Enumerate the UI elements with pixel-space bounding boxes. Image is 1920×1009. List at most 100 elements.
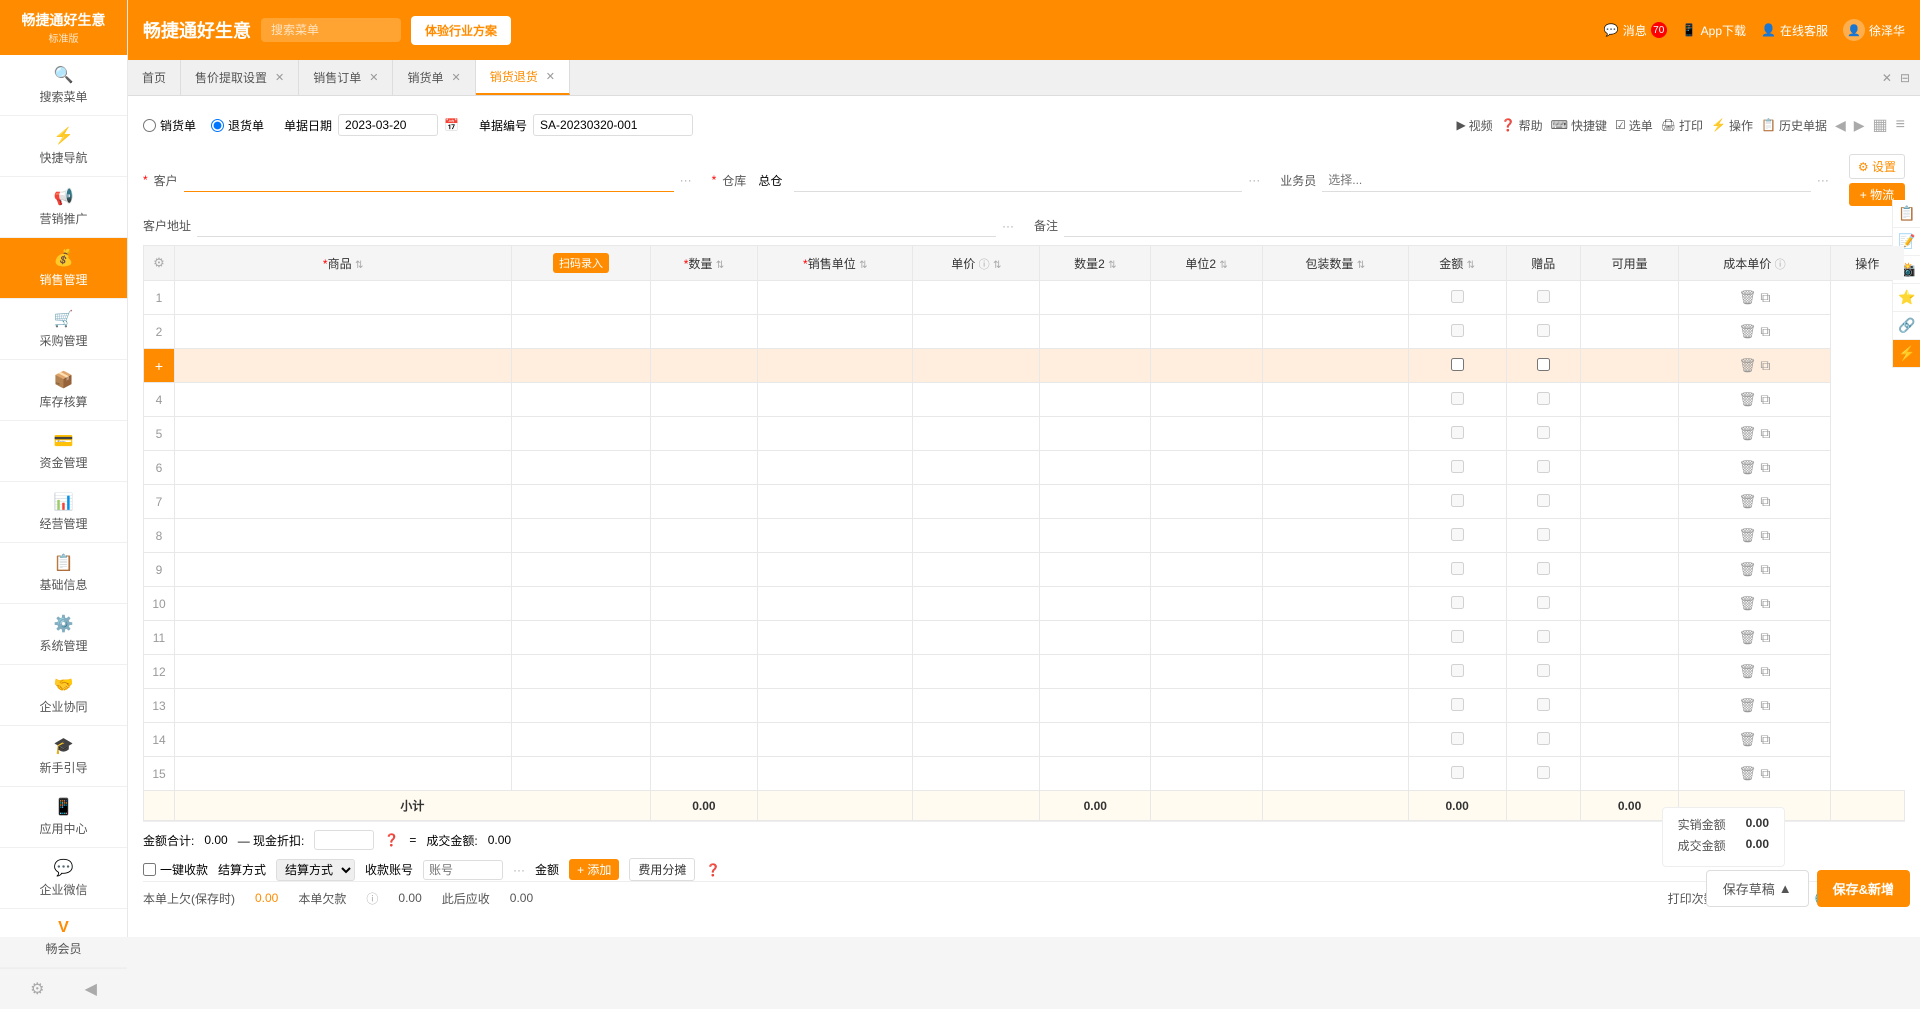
product-cell[interactable] <box>175 519 512 553</box>
gift-checkbox[interactable] <box>1451 732 1464 745</box>
quantity-cell[interactable] <box>512 757 651 791</box>
copy-row-button[interactable]: ⧉ <box>1758 593 1772 614</box>
amount-cell[interactable] <box>1262 485 1408 519</box>
save-draft-button[interactable]: 保存草稿 ▲ <box>1706 870 1809 907</box>
gift-checkbox[interactable] <box>1451 596 1464 609</box>
quick-link-icon[interactable]: 🔗 <box>1893 312 1920 340</box>
scan-button[interactable]: 扫码录入 <box>553 253 609 273</box>
pkg-qty-cell[interactable] <box>1151 281 1262 315</box>
address-more-icon[interactable]: ··· <box>1002 219 1014 233</box>
copy-row-button[interactable]: ⧉ <box>1758 457 1772 478</box>
available-checkbox[interactable] <box>1537 596 1550 609</box>
unit2-cell[interactable] <box>1040 281 1151 315</box>
qty2-cell[interactable] <box>913 315 1040 349</box>
history-button[interactable]: 📋 历史单据 <box>1761 117 1827 134</box>
price-cell[interactable] <box>758 519 913 553</box>
qty2-cell[interactable] <box>913 281 1040 315</box>
unit-cell[interactable] <box>650 553 757 587</box>
customer-more-icon[interactable]: ··· <box>680 173 692 187</box>
tab-sales-delivery[interactable]: 销货单 ✕ <box>393 60 475 95</box>
product-cell[interactable] <box>175 621 512 655</box>
quick-clipboard-icon[interactable]: 📋 <box>1893 200 1920 228</box>
available-checkbox[interactable] <box>1537 732 1550 745</box>
qty2-cell[interactable] <box>913 349 1040 383</box>
copy-row-button[interactable]: ⧉ <box>1758 389 1772 410</box>
tab-close-icon[interactable]: ✕ <box>452 71 461 84</box>
available-checkbox[interactable] <box>1537 766 1550 779</box>
unit2-cell[interactable] <box>1040 655 1151 689</box>
delete-row-button[interactable]: 🗑 <box>1737 287 1759 308</box>
product-cell[interactable] <box>175 553 512 587</box>
unit2-cell[interactable] <box>1040 723 1151 757</box>
amount-cell[interactable] <box>1262 383 1408 417</box>
pkg-qty-cell[interactable] <box>1151 417 1262 451</box>
tab-close-icon[interactable]: ✕ <box>546 70 555 83</box>
qty2-cell[interactable] <box>913 689 1040 723</box>
unit-cell[interactable] <box>650 315 757 349</box>
tab-layout-icon[interactable]: ⊟ <box>1900 71 1910 85</box>
unit2-cell[interactable] <box>1040 349 1151 383</box>
unit-cell[interactable] <box>650 689 757 723</box>
discount-input[interactable] <box>314 830 374 850</box>
copy-row-button[interactable]: ⧉ <box>1758 627 1772 648</box>
sidebar-item-appstore[interactable]: 📱 应用中心 <box>0 787 127 848</box>
pkg-qty-cell[interactable] <box>1151 519 1262 553</box>
price-cell[interactable] <box>758 383 913 417</box>
select-button[interactable]: ☑ 选单 <box>1615 117 1653 134</box>
radio-sales[interactable]: 销货单 <box>143 117 196 134</box>
pkg-qty-cell[interactable] <box>1151 587 1262 621</box>
quantity-cell[interactable] <box>512 315 651 349</box>
unit-cell[interactable] <box>650 757 757 791</box>
calc-method-select[interactable]: 结算方式 <box>276 859 355 881</box>
copy-row-button[interactable]: ⧉ <box>1758 661 1772 682</box>
product-cell[interactable] <box>175 315 512 349</box>
available-checkbox[interactable] <box>1537 562 1550 575</box>
unit2-cell[interactable] <box>1040 519 1151 553</box>
pkg-qty-cell[interactable] <box>1151 315 1262 349</box>
unit2-cell[interactable] <box>1040 315 1151 349</box>
amount-cell[interactable] <box>1262 349 1408 383</box>
sidebar-item-search[interactable]: 🔍 搜索菜单 <box>0 55 127 116</box>
gift-checkbox[interactable] <box>1451 664 1464 677</box>
available-checkbox[interactable] <box>1537 426 1550 439</box>
copy-row-button[interactable]: ⧉ <box>1758 491 1772 512</box>
copy-row-button[interactable]: ⧉ <box>1758 559 1772 580</box>
qty2-cell[interactable] <box>913 655 1040 689</box>
shortcut-button[interactable]: ⌨ 快捷键 <box>1551 117 1607 134</box>
quantity-cell[interactable] <box>512 349 651 383</box>
product-cell[interactable] <box>175 383 512 417</box>
date-input[interactable] <box>338 114 438 136</box>
price-cell[interactable] <box>758 315 913 349</box>
tab-sales-return[interactable]: 销货退货 ✕ <box>476 60 570 95</box>
gift-checkbox[interactable] <box>1451 324 1464 337</box>
delete-row-button[interactable]: 🗑 <box>1737 457 1759 478</box>
nav-prev-icon[interactable]: ◀ <box>1835 117 1846 134</box>
amount-cell[interactable] <box>1262 723 1408 757</box>
unit2-cell[interactable] <box>1040 417 1151 451</box>
amount-cell[interactable] <box>1262 417 1408 451</box>
delete-row-button[interactable]: 🗑 <box>1737 321 1759 342</box>
available-checkbox[interactable] <box>1537 698 1550 711</box>
staff-more-icon[interactable]: ··· <box>1817 173 1829 187</box>
gift-checkbox[interactable] <box>1451 426 1464 439</box>
add-row-button[interactable]: + 添加 <box>569 859 619 880</box>
product-cell[interactable] <box>175 757 512 791</box>
pkg-qty-cell[interactable] <box>1151 383 1262 417</box>
warehouse-more-icon[interactable]: ··· <box>1248 173 1260 187</box>
available-checkbox[interactable] <box>1537 460 1550 473</box>
available-checkbox[interactable] <box>1537 664 1550 677</box>
quantity-cell[interactable] <box>512 519 651 553</box>
unit2-cell[interactable] <box>1040 587 1151 621</box>
quick-active-icon[interactable]: ⚡ <box>1893 340 1920 368</box>
pkg-qty-cell[interactable] <box>1151 723 1262 757</box>
copy-row-button[interactable]: ⧉ <box>1758 423 1772 444</box>
pkg-qty-cell[interactable] <box>1151 757 1262 791</box>
address-input[interactable] <box>197 214 996 237</box>
fee-help-icon[interactable]: ❓ <box>705 863 720 877</box>
delete-row-button[interactable]: 🗑 <box>1737 593 1759 614</box>
sidebar-item-newbie[interactable]: 🎓 新手引导 <box>0 726 127 787</box>
tab-home[interactable]: 首页 <box>128 60 181 95</box>
calendar-icon[interactable]: 📅 <box>444 118 459 132</box>
operation-button[interactable]: ⚡ 操作 <box>1711 117 1753 134</box>
delete-row-button[interactable]: 🗑 <box>1737 729 1759 750</box>
